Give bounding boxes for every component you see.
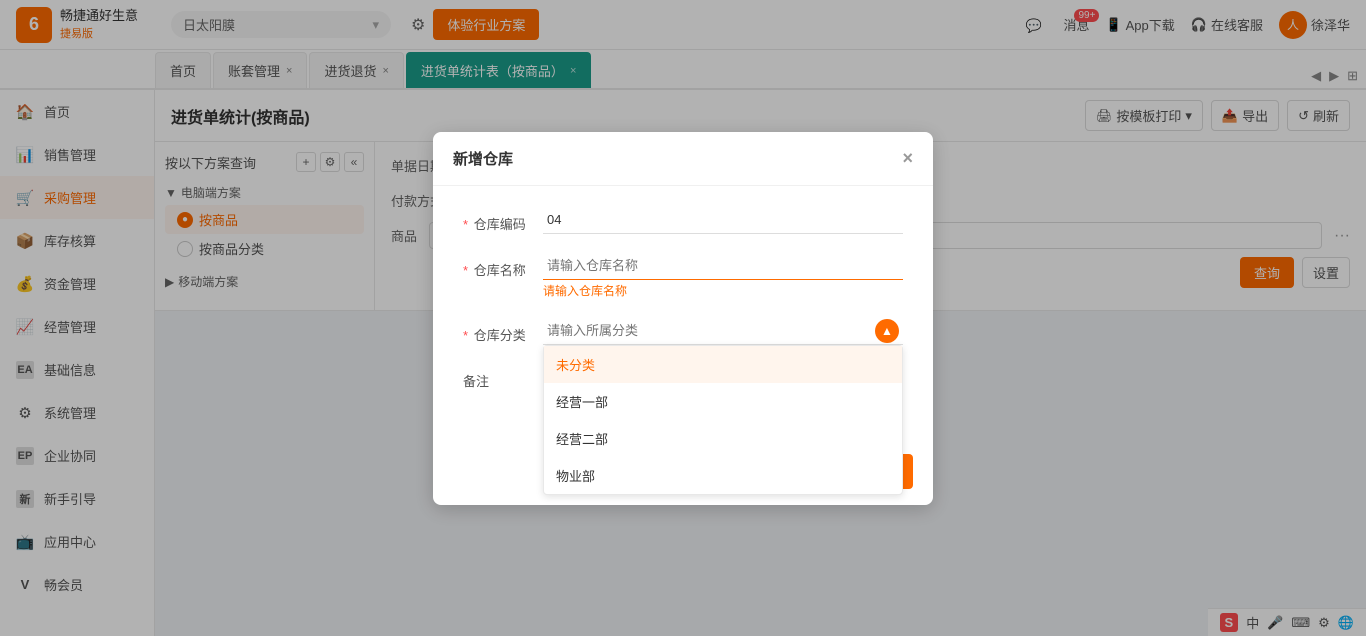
category-label-text: 仓库分类: [474, 328, 526, 343]
form-row-name: * 仓库名称 请输入仓库名称: [463, 252, 903, 299]
name-error-message: 请输入仓库名称: [543, 282, 903, 299]
modal-title: 新增仓库: [453, 148, 513, 169]
name-label-text: 仓库名称: [474, 263, 526, 278]
remark-label: 备注: [463, 363, 543, 390]
code-input[interactable]: [543, 206, 903, 234]
remark-label-text: 备注: [463, 374, 489, 389]
modal-new-warehouse: 新增仓库 × * 仓库编码 * 仓库名称: [433, 132, 933, 505]
dropdown-item-dept2[interactable]: 经营二部: [544, 420, 902, 457]
category-label: * 仓库分类: [463, 317, 543, 344]
required-star-category: *: [463, 328, 468, 343]
category-control: ▲ 未分类 经营一部 经营二部 物业部: [543, 317, 903, 345]
name-input[interactable]: [543, 252, 903, 280]
modal-overlay: 新增仓库 × * 仓库编码 * 仓库名称: [0, 0, 1366, 636]
required-star-name: *: [463, 263, 468, 278]
name-label: * 仓库名称: [463, 252, 543, 279]
form-row-category: * 仓库分类 ▲ 未分类 经营一部 经营二部 物业部: [463, 317, 903, 345]
modal-header: 新增仓库 ×: [433, 132, 933, 186]
dropdown-item-uncategorized[interactable]: 未分类: [544, 346, 902, 383]
category-input[interactable]: [543, 317, 903, 345]
dropdown-item-dept1[interactable]: 经营一部: [544, 383, 902, 420]
code-label-text: 仓库编码: [474, 217, 526, 232]
required-star-code: *: [463, 217, 468, 232]
name-control: 请输入仓库名称: [543, 252, 903, 299]
dropdown-item-dept3[interactable]: 物业部: [544, 457, 902, 494]
form-row-code: * 仓库编码: [463, 206, 903, 234]
category-dropdown: 未分类 经营一部 经营二部 物业部: [543, 345, 903, 495]
modal-body: * 仓库编码 * 仓库名称 请输入仓库名称: [433, 186, 933, 444]
category-toggle-button[interactable]: ▲: [875, 319, 899, 343]
modal-close-button[interactable]: ×: [902, 148, 913, 169]
code-control: [543, 206, 903, 234]
code-label: * 仓库编码: [463, 206, 543, 233]
